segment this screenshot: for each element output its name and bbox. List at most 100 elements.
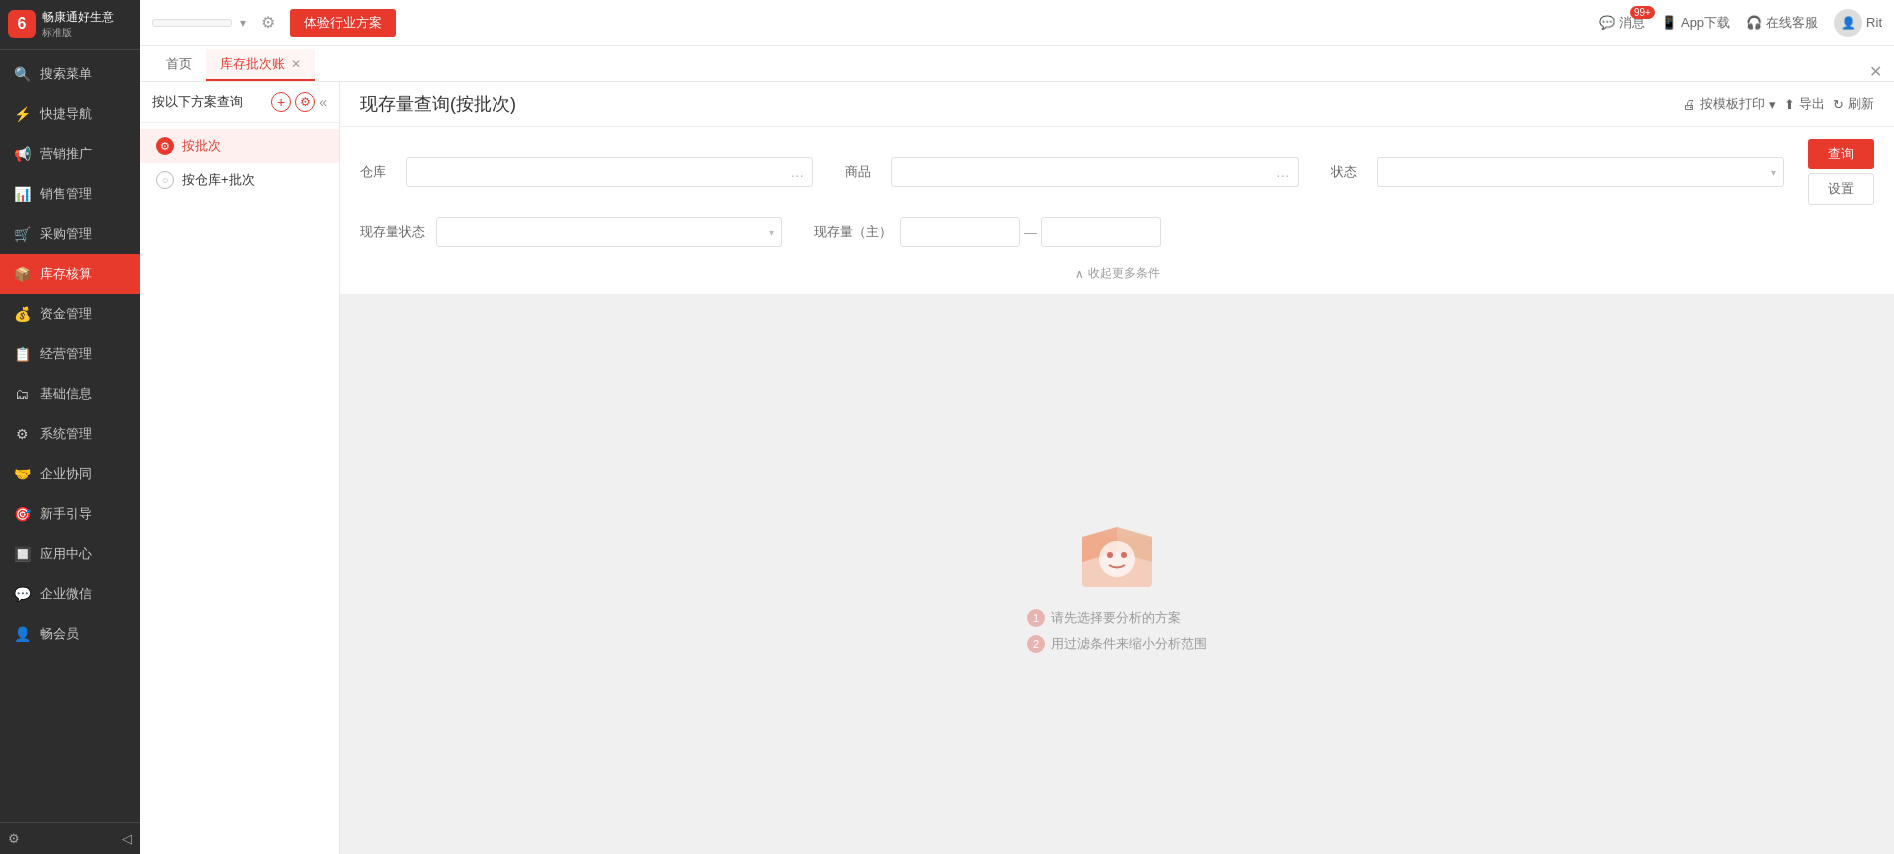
sidebar-item-basic-info[interactable]: 🗂 基础信息 bbox=[0, 374, 140, 414]
action-buttons: 查询 设置 bbox=[1808, 139, 1874, 205]
tab-close-button[interactable]: ✕ bbox=[291, 57, 301, 71]
sidebar-item-sales[interactable]: 📊 销售管理 bbox=[0, 174, 140, 214]
sidebar-item-purchase[interactable]: 🛒 采购管理 bbox=[0, 214, 140, 254]
export-button[interactable]: ⬆ 导出 bbox=[1784, 95, 1825, 113]
filter-row-2: 现存量状态 ▾ 现存量（主） — bbox=[360, 217, 1874, 247]
sidebar-settings-button[interactable]: ⚙ bbox=[8, 831, 20, 846]
breadcrumb-dropdown-button[interactable]: ▾ bbox=[240, 16, 246, 30]
scheme-header-title: 按以下方案查询 bbox=[152, 93, 243, 111]
service-icon: 🎧 bbox=[1746, 15, 1762, 30]
sidebar-item-search-menu[interactable]: 🔍 搜索菜单 bbox=[0, 54, 140, 94]
stock-amount-max-input[interactable] bbox=[1041, 217, 1161, 247]
enterprise-icon: 🤝 bbox=[12, 464, 32, 484]
more-icon: … bbox=[790, 164, 804, 180]
svg-point-4 bbox=[1107, 552, 1113, 558]
main-area: ▾ ⚙ 体验行业方案 💬 消息 99+ 📱 App下载 🎧 在线客服 bbox=[140, 0, 1894, 854]
hint-text-1: 请先选择要分析的方案 bbox=[1051, 609, 1181, 627]
warehouse-filter: 仓库 … bbox=[360, 157, 813, 187]
svg-point-5 bbox=[1121, 552, 1127, 558]
filter-row-1: 仓库 … 商品 … bbox=[360, 139, 1874, 205]
print-button[interactable]: 🖨 按模板打印 ▾ bbox=[1683, 95, 1776, 113]
system-icon: ⚙ bbox=[12, 424, 32, 444]
query-button[interactable]: 查询 bbox=[1808, 139, 1874, 169]
product-more-button[interactable]: … bbox=[1268, 164, 1298, 180]
sidebar-item-finance[interactable]: 💰 资金管理 bbox=[0, 294, 140, 334]
mobile-icon: 📱 bbox=[1661, 15, 1677, 30]
online-service-item[interactable]: 🎧 在线客服 bbox=[1746, 14, 1818, 32]
page-header: 现存量查询(按批次) 🖨 按模板打印 ▾ ⬆ 导出 ↻ 刷新 bbox=[340, 82, 1894, 127]
message-icon: 💬 bbox=[1599, 15, 1615, 30]
sidebar-item-app-center[interactable]: 🔲 应用中心 bbox=[0, 534, 140, 574]
marketing-icon: 📢 bbox=[12, 144, 32, 164]
scheme-collapse-button[interactable]: « bbox=[319, 94, 327, 110]
empty-illustration bbox=[1057, 497, 1177, 597]
scheme-item-warehouse-batch-label: 按仓库+批次 bbox=[182, 171, 255, 189]
scheme-panel: 按以下方案查询 + ⚙ « ⚙ 按批次 ○ 按仓库+批次 bbox=[140, 82, 340, 854]
sidebar-collapse-button[interactable]: ◁ bbox=[122, 831, 132, 846]
scheme-active-dot: ⚙ bbox=[156, 137, 174, 155]
app-download-item[interactable]: 📱 App下载 bbox=[1661, 14, 1730, 32]
refresh-button[interactable]: ↻ 刷新 bbox=[1833, 95, 1874, 113]
empty-hints: 1 请先选择要分析的方案 2 用过滤条件来缩小分析范围 bbox=[1027, 609, 1207, 653]
warehouse-input-wrapper: … bbox=[406, 157, 813, 187]
empty-hint-1: 1 请先选择要分析的方案 bbox=[1027, 609, 1207, 627]
tab-inventory-batch[interactable]: 库存批次账 ✕ bbox=[206, 49, 315, 81]
hint-number-1: 1 bbox=[1027, 609, 1045, 627]
sidebar-item-quick-nav[interactable]: ⚡ 快捷导航 bbox=[0, 94, 140, 134]
product-more-icon: … bbox=[1276, 164, 1290, 180]
product-input-wrapper: … bbox=[891, 157, 1298, 187]
empty-state: 1 请先选择要分析的方案 2 用过滤条件来缩小分析范围 bbox=[340, 295, 1894, 854]
page-content: 按以下方案查询 + ⚙ « ⚙ 按批次 ○ 按仓库+批次 bbox=[140, 82, 1894, 854]
stock-amount-min-input[interactable] bbox=[900, 217, 1020, 247]
inventory-icon: 📦 bbox=[12, 264, 32, 284]
gear-icon: ⚙ bbox=[8, 831, 20, 846]
stock-amount-label: 现存量（主） bbox=[814, 223, 894, 241]
tab-close-right-button[interactable]: ✕ bbox=[1869, 62, 1882, 81]
sidebar: 6 畅康通好生意 标准版 🔍 搜索菜单 ⚡ 快捷导航 📢 营销推广 📊 销售管理… bbox=[0, 0, 140, 854]
status-select[interactable] bbox=[1377, 157, 1784, 187]
app-logo: 6 bbox=[8, 10, 36, 38]
weixin-icon: 💬 bbox=[12, 584, 32, 604]
sidebar-item-system[interactable]: ⚙ 系统管理 bbox=[0, 414, 140, 454]
topbar-settings-button[interactable]: ⚙ bbox=[254, 9, 282, 37]
filter-settings-button[interactable]: 设置 bbox=[1808, 173, 1874, 205]
stock-status-select[interactable] bbox=[436, 217, 782, 247]
sidebar-item-marketing[interactable]: 📢 营销推广 bbox=[0, 134, 140, 174]
sidebar-item-operations[interactable]: 📋 经营管理 bbox=[0, 334, 140, 374]
experience-button[interactable]: 体验行业方案 bbox=[290, 9, 396, 37]
collapse-label: 收起更多条件 bbox=[1088, 265, 1160, 282]
collapse-icon: ◁ bbox=[122, 831, 132, 846]
warehouse-input[interactable] bbox=[407, 165, 782, 180]
vip-icon: 👤 bbox=[12, 624, 32, 644]
content-area: 现存量查询(按批次) 🖨 按模板打印 ▾ ⬆ 导出 ↻ 刷新 bbox=[340, 82, 1894, 854]
svg-point-3 bbox=[1099, 541, 1135, 577]
scheme-item-warehouse-batch[interactable]: ○ 按仓库+批次 bbox=[140, 163, 339, 197]
user-item[interactable]: 👤 Rit bbox=[1834, 9, 1882, 37]
page-actions: 🖨 按模板打印 ▾ ⬆ 导出 ↻ 刷新 bbox=[1683, 95, 1874, 113]
messages-badge: 99+ bbox=[1630, 6, 1655, 19]
topbar: ▾ ⚙ 体验行业方案 💬 消息 99+ 📱 App下载 🎧 在线客服 bbox=[140, 0, 1894, 46]
status-label: 状态 bbox=[1331, 163, 1371, 181]
breadcrumb bbox=[152, 19, 232, 27]
sidebar-item-enterprise[interactable]: 🤝 企业协同 bbox=[0, 454, 140, 494]
user-name: Rit bbox=[1866, 15, 1882, 30]
sidebar-item-vip[interactable]: 👤 畅会员 bbox=[0, 614, 140, 654]
status-select-wrapper: ▾ bbox=[1377, 157, 1784, 187]
basic-info-icon: 🗂 bbox=[12, 384, 32, 404]
product-input[interactable] bbox=[892, 165, 1267, 180]
scheme-add-button[interactable]: + bbox=[271, 92, 291, 112]
operations-icon: 📋 bbox=[12, 344, 32, 364]
messages-item[interactable]: 💬 消息 99+ bbox=[1599, 14, 1645, 32]
collapse-more-button[interactable]: ∧ 收起更多条件 bbox=[360, 259, 1874, 282]
tab-home[interactable]: 首页 bbox=[152, 49, 206, 81]
online-service-label: 在线客服 bbox=[1766, 14, 1818, 32]
sidebar-item-tutorial[interactable]: 🎯 新手引导 bbox=[0, 494, 140, 534]
sidebar-item-inventory[interactable]: 📦 库存核算 bbox=[0, 254, 140, 294]
empty-hint-2: 2 用过滤条件来缩小分析范围 bbox=[1027, 635, 1207, 653]
sidebar-item-weixin[interactable]: 💬 企业微信 bbox=[0, 574, 140, 614]
scheme-item-batch[interactable]: ⚙ 按批次 bbox=[140, 129, 339, 163]
export-icon: ⬆ bbox=[1784, 97, 1795, 112]
warehouse-more-button[interactable]: … bbox=[782, 164, 812, 180]
topbar-left: ▾ ⚙ 体验行业方案 bbox=[152, 9, 1591, 37]
scheme-settings-button[interactable]: ⚙ bbox=[295, 92, 315, 112]
